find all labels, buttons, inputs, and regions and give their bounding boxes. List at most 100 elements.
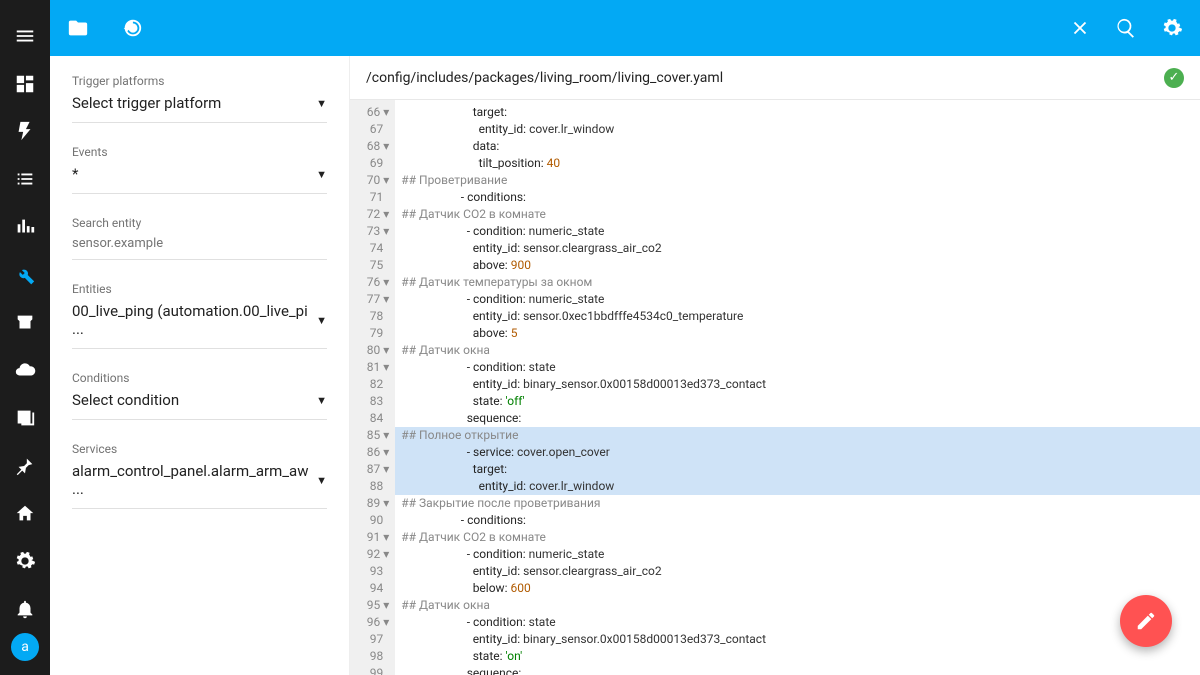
code-line[interactable]: ## Закрытие после проветривания [395,495,1200,512]
code-line[interactable]: - service: cover.open_cover [395,444,1200,461]
search-icon[interactable] [1114,16,1138,40]
code-line[interactable]: - condition: state [395,614,1200,631]
code-line[interactable]: target: [395,461,1200,478]
line-number: 95 ▾ [360,597,389,614]
line-number: 96 ▾ [360,614,389,631]
status-ok-icon: ✓ [1164,68,1184,88]
code-line[interactable]: entity_id: binary_sensor.0x00158d00013ed… [395,631,1200,648]
code-line[interactable]: above: 5 [395,325,1200,342]
line-number: 73 ▾ [360,223,389,240]
code-line[interactable]: entity_id: cover.lr_window [395,121,1200,138]
code-line[interactable]: below: 600 [395,580,1200,597]
line-gutter: 66 ▾67 68 ▾69 70 ▾71 72 ▾73 ▾74 75 76 ▾7… [350,100,395,675]
line-number: 70 ▾ [360,172,389,189]
entities-label: Entities [72,282,327,296]
code-line[interactable]: - condition: state [395,359,1200,376]
line-number: 68 ▾ [360,138,389,155]
line-number: 93 [360,563,389,580]
code-line[interactable]: ## Проветривание [395,172,1200,189]
line-number: 72 ▾ [360,206,389,223]
folder-icon[interactable] [66,16,90,40]
code-line[interactable]: entity_id: sensor.cleargrass_air_co2 [395,240,1200,257]
code-line[interactable]: state: 'off' [395,393,1200,410]
line-number: 80 ▾ [360,342,389,359]
entities-select[interactable]: 00_live_ping (automation.00_live_pi ...▼ [72,296,327,342]
code-line[interactable]: state: 'on' [395,648,1200,665]
code-line[interactable]: ## Датчик CO2 в комнате [395,206,1200,223]
line-number: 82 [360,376,389,393]
services-select[interactable]: alarm_control_panel.alarm_arm_aw ...▼ [72,456,327,502]
store-icon[interactable] [13,311,37,335]
code-line[interactable]: target: [395,104,1200,121]
code-line[interactable]: entity_id: sensor.0xec1bbdfffe4534c0_tem… [395,308,1200,325]
code-line[interactable]: entity_id: binary_sensor.0x00158d00013ed… [395,376,1200,393]
home-icon[interactable] [13,502,37,526]
editor: /config/includes/packages/living_room/li… [350,56,1200,675]
trigger-select[interactable]: Select trigger platform▼ [72,88,327,116]
line-number: 77 ▾ [360,291,389,308]
wrench-icon[interactable] [13,263,37,287]
line-number: 81 ▾ [360,359,389,376]
chevron-down-icon: ▼ [316,314,327,327]
list-icon[interactable] [13,167,37,191]
menu-icon[interactable] [13,24,37,48]
search-entity-input[interactable] [72,230,327,253]
line-number: 97 [360,631,389,648]
line-number: 87 ▾ [360,461,389,478]
topbar [50,0,1200,56]
chart-icon[interactable] [13,215,37,239]
code-line[interactable]: ## Датчик окна [395,342,1200,359]
line-number: 90 [360,512,389,529]
line-number: 86 ▾ [360,444,389,461]
line-number: 85 ▾ [360,427,389,444]
code-line[interactable]: ## Датчик температуры за окном [395,274,1200,291]
code-line[interactable]: ## Полное открытие [395,427,1200,444]
code-line[interactable]: ## Датчик окна [395,597,1200,614]
search-entity-label: Search entity [72,216,327,230]
code-line[interactable]: - condition: numeric_state [395,291,1200,308]
avatar[interactable]: a [11,633,39,661]
close-icon[interactable] [1068,16,1092,40]
code-line[interactable]: tilt_position: 40 [395,155,1200,172]
chevron-down-icon: ▼ [316,394,327,407]
code-line[interactable]: entity_id: sensor.cleargrass_air_co2 [395,563,1200,580]
pin-icon[interactable] [13,454,37,478]
dashboard-icon[interactable] [13,72,37,96]
line-number: 76 ▾ [360,274,389,291]
code-line[interactable]: sequence: [395,665,1200,675]
settings-icon[interactable] [1160,16,1184,40]
code-line[interactable]: - conditions: [395,512,1200,529]
code-source[interactable]: target: entity_id: cover.lr_window data:… [395,100,1200,675]
code-area[interactable]: 66 ▾67 68 ▾69 70 ▾71 72 ▾73 ▾74 75 76 ▾7… [350,100,1200,675]
line-number: 69 [360,155,389,172]
code-line[interactable]: data: [395,138,1200,155]
chevron-down-icon: ▼ [316,168,327,181]
edit-fab[interactable] [1120,595,1172,647]
line-number: 75 [360,257,389,274]
line-number: 91 ▾ [360,529,389,546]
media-icon[interactable] [13,406,37,430]
code-line[interactable]: above: 900 [395,257,1200,274]
line-number: 99 [360,665,389,675]
line-number: 67 [360,121,389,138]
code-line[interactable]: - condition: numeric_state [395,546,1200,563]
line-number: 94 [360,580,389,597]
cloud-icon[interactable] [13,358,37,382]
code-line[interactable]: entity_id: cover.lr_window [395,478,1200,495]
code-line[interactable]: sequence: [395,410,1200,427]
code-line[interactable]: ## Датчик CO2 в комнате [395,529,1200,546]
code-line[interactable]: - condition: numeric_state [395,223,1200,240]
content: Trigger platforms Select trigger platfor… [50,56,1200,675]
conditions-select[interactable]: Select condition▼ [72,385,327,413]
bell-icon[interactable] [13,597,37,621]
line-number: 78 [360,308,389,325]
bolt-icon[interactable] [13,120,37,144]
gear-icon[interactable] [13,550,37,574]
line-number: 66 ▾ [360,104,389,121]
line-number: 88 [360,478,389,495]
line-number: 92 ▾ [360,546,389,563]
events-select[interactable]: *▼ [72,159,327,187]
history-icon[interactable] [120,16,144,40]
line-number: 89 ▾ [360,495,389,512]
code-line[interactable]: - conditions: [395,189,1200,206]
